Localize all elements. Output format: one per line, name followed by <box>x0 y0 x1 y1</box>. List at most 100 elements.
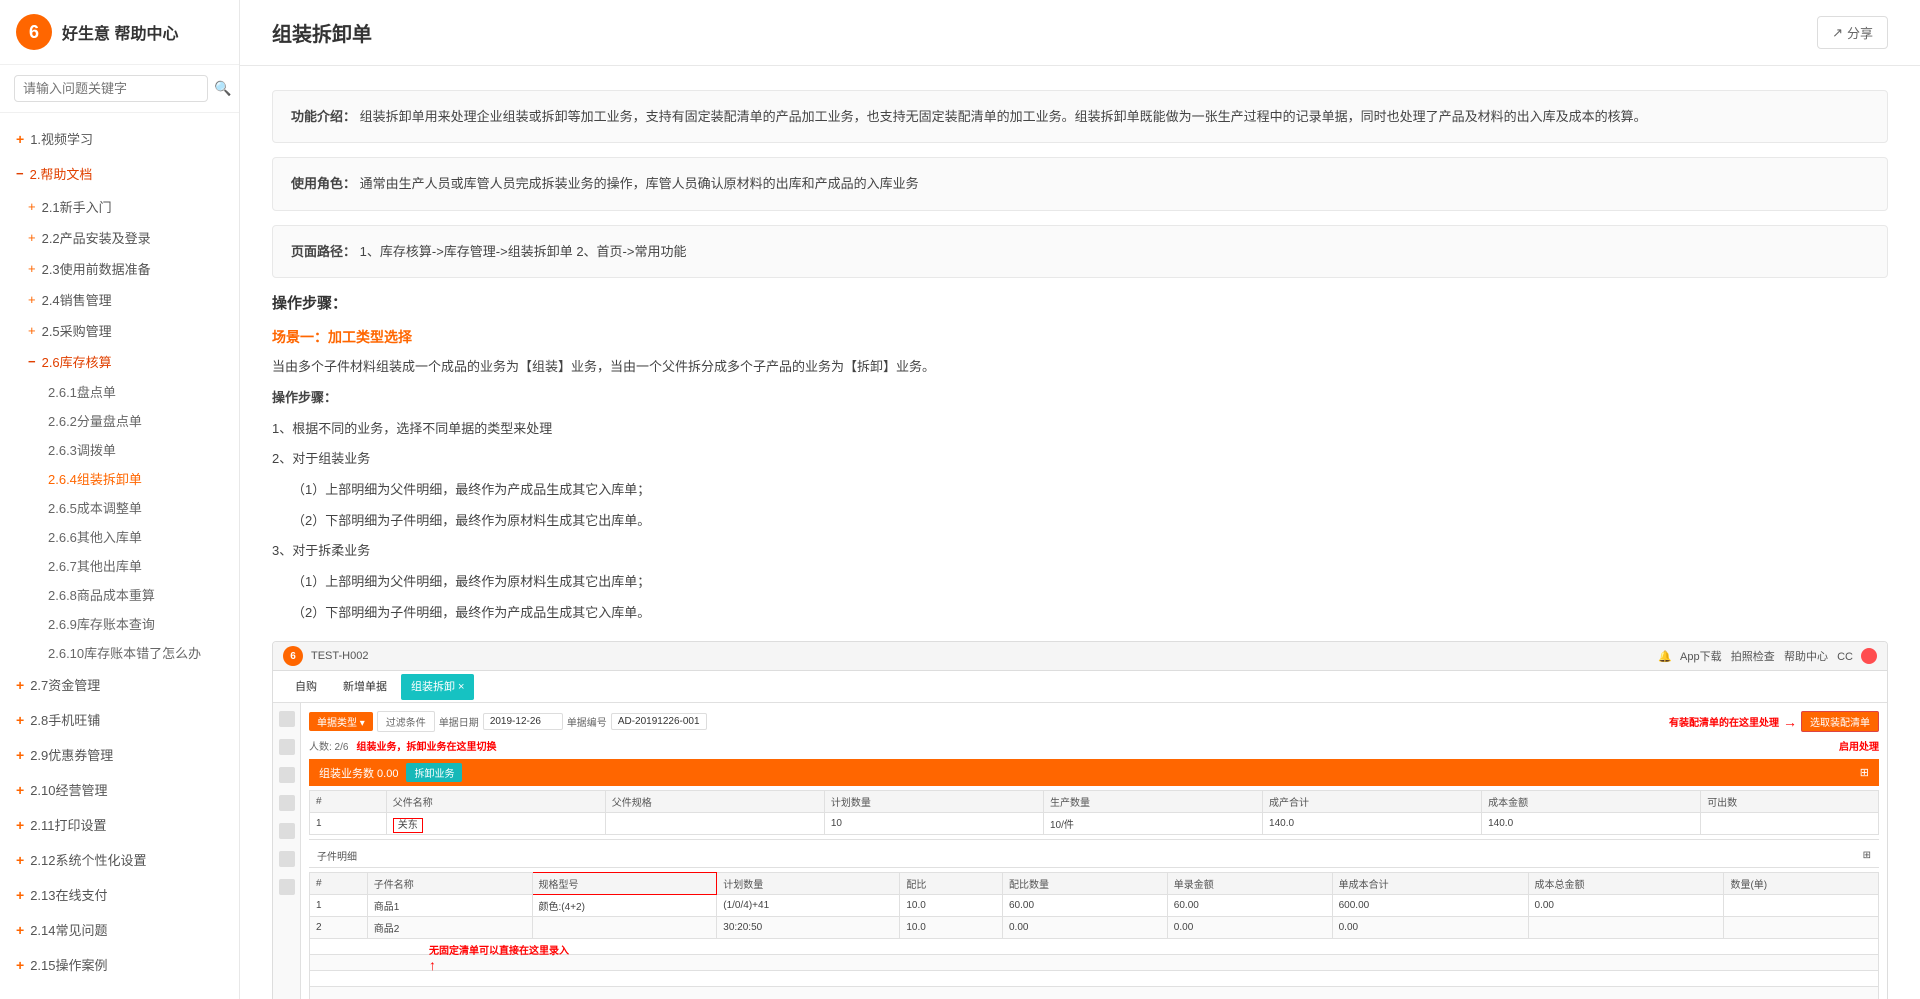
share-icon: ↗ <box>1832 25 1843 41</box>
mock-child-table: # 子件名称 规格型号 计划数量 配比 配比数量 单录金额 单成本合计 成本总金 <box>309 872 1879 999</box>
search-box: 🔍 <box>0 65 239 113</box>
step3-details: （1）上部明细为父件明细，最终作为原材料生成其它出库单； （2）下部明细为子件明… <box>272 570 1888 625</box>
plus-icon-2-12: + <box>16 852 24 868</box>
main-content: 功能介绍： 组装拆卸单用来处理企业组装或拆卸等加工业务，支持有固定装配清单的产品… <box>240 66 1920 999</box>
mock-form-content: 单据类型 ▾ 过滤条件 单据日期 2019-12-26 单据编号 AD-2019… <box>301 703 1887 999</box>
sidebar-item-2-13[interactable]: + 2.13在线支付 <box>0 877 239 912</box>
child-table-row: 2 商品2 30:20:50 10.0 0.00 0.00 0.00 <box>310 917 1879 939</box>
mock-icon-3 <box>279 767 295 783</box>
mock-screenshot: 6 TEST-H002 🔔 App下载 拍照检查 帮助中心 CC 自购 新增单据… <box>273 642 1887 999</box>
step3-2: （2）下部明细为子件明细，最终作为产成品生成其它入库单。 <box>292 601 1888 626</box>
mock-left-icons <box>273 703 301 999</box>
mock-body: 单据类型 ▾ 过滤条件 单据日期 2019-12-26 单据编号 AD-2019… <box>273 703 1887 999</box>
sidebar-item-2-6-6[interactable]: 2.6.6其他入库单 <box>40 522 239 551</box>
sidebar-item-2-6-8[interactable]: 2.6.8商品成本重算 <box>40 580 239 609</box>
mock-icon-4 <box>279 795 295 811</box>
table-row: 1 关东 10 10/件 140.0 140.0 <box>310 813 1879 835</box>
mock-logo: 6 <box>283 646 303 666</box>
th-avail: 可出数 <box>1701 791 1879 813</box>
mock-btn-add[interactable]: 单据类型 ▾ <box>309 712 373 731</box>
sidebar-item-2-6-10[interactable]: 2.6.10库存账本错了怎么办 <box>40 638 239 667</box>
child-table-header-row: 子件明细 ⊞ <box>309 844 1879 868</box>
mock-tab-assembly[interactable]: 组装拆卸 × <box>401 674 474 700</box>
sidebar-item-2-6[interactable]: − 2.6库存核算 <box>28 346 239 377</box>
mock-section-header: 组装业务数 0.00 拆卸业务 ⊞ <box>309 759 1879 786</box>
sidebar-item-2-1[interactable]: + 2.1新手入门 <box>28 191 239 222</box>
plus-icon: + <box>16 131 24 147</box>
sidebar-item-2-14[interactable]: + 2.14常见问题 <box>0 912 239 947</box>
mock-btn-select-config[interactable]: 选取装配清单 <box>1801 711 1879 732</box>
th-plan-qty: 计划数量 <box>824 791 1043 813</box>
sidebar-item-docs[interactable]: − 2.帮助文档 <box>0 156 239 191</box>
child-table-wrapper: # 子件名称 规格型号 计划数量 配比 配比数量 单录金额 单成本合计 成本总金 <box>309 872 1879 999</box>
mock-topbar-id: TEST-H002 <box>311 650 368 662</box>
role-label: 使用角色： <box>291 176 356 191</box>
section-icon: ⊞ <box>1860 766 1869 779</box>
sidebar-item-2-4[interactable]: + 2.4销售管理 <box>28 284 239 315</box>
main-area: 组装拆卸单 ↗ 分享 功能介绍： 组装拆卸单用来处理企业组装或拆卸等加工业务，支… <box>240 0 1920 999</box>
plus-icon-2-2: + <box>28 230 36 245</box>
child-table-row <box>310 987 1879 999</box>
share-button[interactable]: ↗ 分享 <box>1817 16 1888 49</box>
page-title: 组装拆卸单 <box>272 18 372 47</box>
sidebar-item-2-9[interactable]: + 2.9优惠券管理 <box>0 737 239 772</box>
mock-tab-new[interactable]: 新增单据 <box>331 672 399 702</box>
sidebar-item-video[interactable]: + 1.视频学习 <box>0 121 239 156</box>
sidebar-item-2-12[interactable]: + 2.12系统个性化设置 <box>0 842 239 877</box>
sidebar-item-2-15[interactable]: + 2.15操作案例 <box>0 947 239 982</box>
search-input[interactable] <box>14 75 208 102</box>
sidebar-item-2-5[interactable]: + 2.5采购管理 <box>28 315 239 346</box>
mock-tab-home[interactable]: 自购 <box>283 672 329 702</box>
sidebar-item-2-7[interactable]: + 2.7资金管理 <box>0 667 239 702</box>
mock-btn-filter[interactable]: 过滤条件 <box>377 711 435 732</box>
plus-icon-2-10: + <box>16 782 24 798</box>
mock-icon-5 <box>279 823 295 839</box>
mock-topbar-links: App下载 拍照检查 帮助中心 CC <box>1680 648 1853 664</box>
sidebar-item-2-8[interactable]: + 2.8手机旺铺 <box>0 702 239 737</box>
mock-icon-1 <box>279 711 295 727</box>
sidebar-item-2-11[interactable]: + 2.11打印设置 <box>0 807 239 842</box>
mock-icon-2 <box>279 739 295 755</box>
mock-persons-count: 人数: 2/6 <box>309 742 348 753</box>
plus-icon-2-8: + <box>16 712 24 728</box>
plus-icon-2-4: + <box>28 292 36 307</box>
th-prod-total: 成产合计 <box>1263 791 1482 813</box>
search-button[interactable]: 🔍 <box>214 80 231 97</box>
mock-topbar: 6 TEST-H002 🔔 App下载 拍照检查 帮助中心 CC <box>273 642 1887 671</box>
nav-sub-docs: + 2.1新手入门 + 2.2产品安装及登录 + 2.3使用前数据准备 + 2.… <box>0 191 239 667</box>
path-block: 页面路径： 1、库存核算->库存管理->组装拆卸单 2、首页->常用功能 <box>272 225 1888 278</box>
path-text: 1、库存核算->库存管理->组装拆卸单 2、首页->常用功能 <box>360 244 687 259</box>
section-header-label: 组装业务数 0.00 <box>319 765 398 781</box>
steps-title: 操作步骤： <box>272 386 1888 411</box>
minus-icon: − <box>16 166 24 181</box>
sidebar-item-2-10[interactable]: + 2.10经营管理 <box>0 772 239 807</box>
mock-parent-table: # 父件名称 父件规格 计划数量 生产数量 成产合计 成本金额 可出数 <box>309 790 1879 835</box>
close-icon <box>1861 648 1877 664</box>
mock-icon-6 <box>279 851 295 867</box>
intro-label: 功能介绍： <box>291 109 356 124</box>
plus-icon-2-13: + <box>16 887 24 903</box>
arrow-right-icon: → <box>1783 714 1797 730</box>
logo-text: 好生意 帮助中心 <box>62 20 178 44</box>
plus-icon-2-5: + <box>28 323 36 338</box>
sidebar-item-2-6-1[interactable]: 2.6.1盘点单 <box>40 377 239 406</box>
sidebar-item-2-6-4[interactable]: 2.6.4组装拆卸单 <box>40 464 239 493</box>
sidebar-item-2-2[interactable]: + 2.2产品安装及登录 <box>28 222 239 253</box>
step3: 3、对于拆柔业务 <box>272 539 1888 564</box>
mock-icon-7 <box>279 879 295 895</box>
sidebar-item-2-6-9[interactable]: 2.6.9库存账本查询 <box>40 609 239 638</box>
sidebar-item-2-6-7[interactable]: 2.6.7其他出库单 <box>40 551 239 580</box>
sidebar-item-2-6-3[interactable]: 2.6.3调拨单 <box>40 435 239 464</box>
type-toggle[interactable]: 拆卸业务 <box>406 763 462 782</box>
plus-icon-2-9: + <box>16 747 24 763</box>
sidebar-item-2-6-2[interactable]: 2.6.2分量盘点单 <box>40 406 239 435</box>
th-prod-qty: 生产数量 <box>1043 791 1262 813</box>
intro-block: 功能介绍： 组装拆卸单用来处理企业组装或拆卸等加工业务，支持有固定装配清单的产品… <box>272 90 1888 143</box>
sidebar-item-2-3[interactable]: + 2.3使用前数据准备 <box>28 253 239 284</box>
minus-icon-2-6: − <box>28 354 36 369</box>
plus-icon-2-7: + <box>16 677 24 693</box>
table-divider <box>309 839 1879 840</box>
annotation-4: 无固定清单可以直接在这里录入 ↑ <box>429 942 569 973</box>
sidebar-item-2-6-5[interactable]: 2.6.5成本调整单 <box>40 493 239 522</box>
main-header: 组装拆卸单 ↗ 分享 <box>240 0 1920 66</box>
